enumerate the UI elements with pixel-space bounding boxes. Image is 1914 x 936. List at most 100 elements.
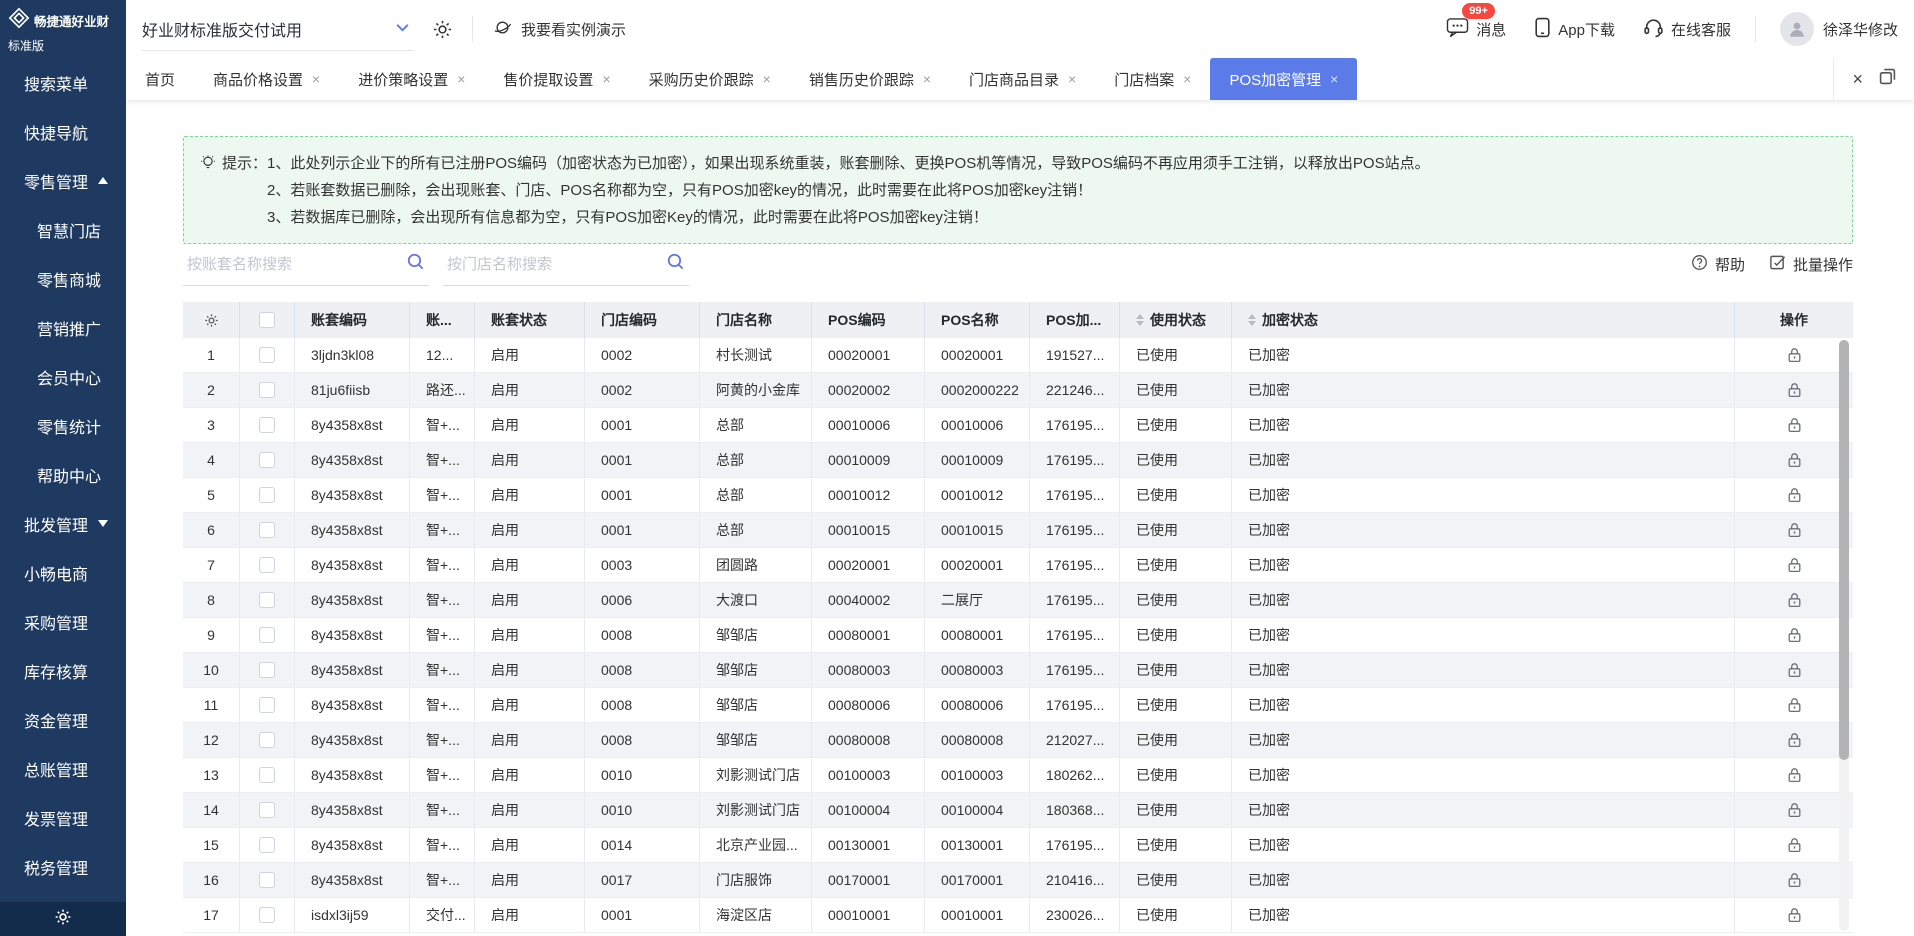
tab-close-icon[interactable]: × xyxy=(923,71,931,87)
lock-icon[interactable] xyxy=(1787,872,1802,888)
cell-action[interactable] xyxy=(1735,408,1853,442)
cell-action[interactable] xyxy=(1735,513,1853,547)
cell-action[interactable] xyxy=(1735,443,1853,477)
workspace-selector[interactable]: 好业财标准版交付试用 xyxy=(142,7,414,51)
column-header-store_code[interactable]: 门店编码 xyxy=(585,302,700,338)
tab-POS加密管理[interactable]: POS加密管理 × xyxy=(1210,58,1358,100)
row-checkbox[interactable] xyxy=(259,592,275,608)
row-checkbox[interactable] xyxy=(259,802,275,818)
sidebar-item-税务管理[interactable]: 税务管理 xyxy=(0,842,126,891)
cell-action[interactable] xyxy=(1735,793,1853,827)
cell-action[interactable] xyxy=(1735,618,1853,652)
row-checkbox[interactable] xyxy=(259,452,275,468)
online-support-button[interactable]: 在线客服 xyxy=(1643,17,1731,42)
column-header-pos_code[interactable]: POS编码 xyxy=(812,302,925,338)
cell-action[interactable] xyxy=(1735,688,1853,722)
lock-icon[interactable] xyxy=(1787,452,1802,468)
cell-action[interactable] xyxy=(1735,373,1853,407)
sidebar-item-总账管理[interactable]: 总账管理 xyxy=(0,744,126,793)
row-checkbox[interactable] xyxy=(259,417,275,433)
row-checkbox[interactable] xyxy=(259,837,275,853)
sidebar-item-帮助中心[interactable]: 帮助中心 xyxy=(0,450,126,499)
lock-icon[interactable] xyxy=(1787,522,1802,538)
sidebar-item-快捷导航[interactable]: 快捷导航 xyxy=(0,107,126,156)
tabs-overview-icon[interactable] xyxy=(1879,68,1896,90)
lock-icon[interactable] xyxy=(1787,487,1802,503)
store-search-input[interactable] xyxy=(445,254,650,274)
cell-action[interactable] xyxy=(1735,758,1853,792)
sort-arrows-icon[interactable] xyxy=(1136,314,1144,326)
user-menu[interactable]: 徐泽华修改 xyxy=(1779,12,1898,46)
sidebar-item-小畅电商[interactable]: 小畅电商 xyxy=(0,548,126,597)
sidebar-item-批发管理[interactable]: 批发管理 xyxy=(0,499,126,548)
cell-action[interactable] xyxy=(1735,898,1853,932)
tab-close-icon[interactable]: × xyxy=(457,71,465,87)
sidebar-item-发票管理[interactable]: 发票管理 xyxy=(0,793,126,842)
lock-icon[interactable] xyxy=(1787,697,1802,713)
sidebar-item-营销推广[interactable]: 营销推广 xyxy=(0,303,126,352)
messages-button[interactable]: 99+ 消息 xyxy=(1446,2,1506,42)
table-scrollbar[interactable] xyxy=(1839,340,1849,931)
tab-商品价格设置[interactable]: 商品价格设置 × xyxy=(194,58,339,100)
tab-销售历史价跟踪[interactable]: 销售历史价跟踪 × xyxy=(790,58,950,100)
row-checkbox[interactable] xyxy=(259,557,275,573)
sidebar-item-搜索菜单[interactable]: 搜索菜单 xyxy=(0,58,126,107)
tab-close-icon[interactable]: × xyxy=(1330,71,1338,87)
row-checkbox[interactable] xyxy=(259,487,275,503)
row-checkbox[interactable] xyxy=(259,697,275,713)
sidebar-settings-button[interactable] xyxy=(0,902,126,936)
column-header-acct_status[interactable]: 账套状态 xyxy=(475,302,585,338)
cell-action[interactable] xyxy=(1735,653,1853,687)
row-checkbox[interactable] xyxy=(259,347,275,363)
lock-icon[interactable] xyxy=(1787,417,1802,433)
column-header-acct_name[interactable]: 账... xyxy=(410,302,475,338)
row-checkbox[interactable] xyxy=(259,522,275,538)
cell-action[interactable] xyxy=(1735,828,1853,862)
lock-icon[interactable] xyxy=(1787,662,1802,678)
demo-link[interactable]: 我要看实例演示 xyxy=(492,17,626,42)
sort-arrows-icon[interactable] xyxy=(1248,314,1256,326)
close-all-tabs-icon[interactable]: × xyxy=(1852,70,1863,88)
account-search-input[interactable] xyxy=(185,254,390,274)
cell-action[interactable] xyxy=(1735,723,1853,757)
tab-门店商品目录[interactable]: 门店商品目录 × xyxy=(950,58,1095,100)
tab-首页[interactable]: 首页 xyxy=(126,58,194,100)
tab-close-icon[interactable]: × xyxy=(1068,71,1076,87)
cell-action[interactable] xyxy=(1735,583,1853,617)
sidebar-item-智慧门店[interactable]: 智慧门店 xyxy=(0,205,126,254)
tab-门店档案[interactable]: 门店档案 × xyxy=(1095,58,1210,100)
lock-icon[interactable] xyxy=(1787,802,1802,818)
lock-icon[interactable] xyxy=(1787,732,1802,748)
tab-进价策略设置[interactable]: 进价策略设置 × xyxy=(339,58,484,100)
sidebar-item-会员中心[interactable]: 会员中心 xyxy=(0,352,126,401)
cell-action[interactable] xyxy=(1735,863,1853,897)
lock-icon[interactable] xyxy=(1787,627,1802,643)
settings-gear-icon[interactable] xyxy=(432,19,453,40)
lock-icon[interactable] xyxy=(1787,382,1802,398)
sidebar-item-库存核算[interactable]: 库存核算 xyxy=(0,646,126,695)
lock-icon[interactable] xyxy=(1787,837,1802,853)
column-settings-cell[interactable] xyxy=(183,302,240,338)
tab-close-icon[interactable]: × xyxy=(312,71,320,87)
sidebar-item-零售统计[interactable]: 零售统计 xyxy=(0,401,126,450)
row-checkbox[interactable] xyxy=(259,767,275,783)
sidebar-item-资金管理[interactable]: 资金管理 xyxy=(0,695,126,744)
cell-action[interactable] xyxy=(1735,338,1853,372)
column-header-enc_status[interactable]: 加密状态 xyxy=(1232,302,1735,338)
lock-icon[interactable] xyxy=(1787,907,1802,923)
column-header-pos_name[interactable]: POS名称 xyxy=(925,302,1030,338)
select-all-checkbox[interactable] xyxy=(259,312,275,328)
row-checkbox[interactable] xyxy=(259,662,275,678)
column-header-store_name[interactable]: 门店名称 xyxy=(700,302,812,338)
search-icon[interactable] xyxy=(406,252,425,276)
search-icon[interactable] xyxy=(666,252,685,276)
batch-operation-button[interactable]: 批量操作 xyxy=(1769,254,1853,275)
lock-icon[interactable] xyxy=(1787,557,1802,573)
lock-icon[interactable] xyxy=(1787,767,1802,783)
cell-action[interactable] xyxy=(1735,548,1853,582)
row-checkbox[interactable] xyxy=(259,732,275,748)
cell-action[interactable] xyxy=(1735,478,1853,512)
sidebar-item-零售商城[interactable]: 零售商城 xyxy=(0,254,126,303)
app-download-button[interactable]: App下载 xyxy=(1534,17,1615,42)
tab-close-icon[interactable]: × xyxy=(763,71,771,87)
